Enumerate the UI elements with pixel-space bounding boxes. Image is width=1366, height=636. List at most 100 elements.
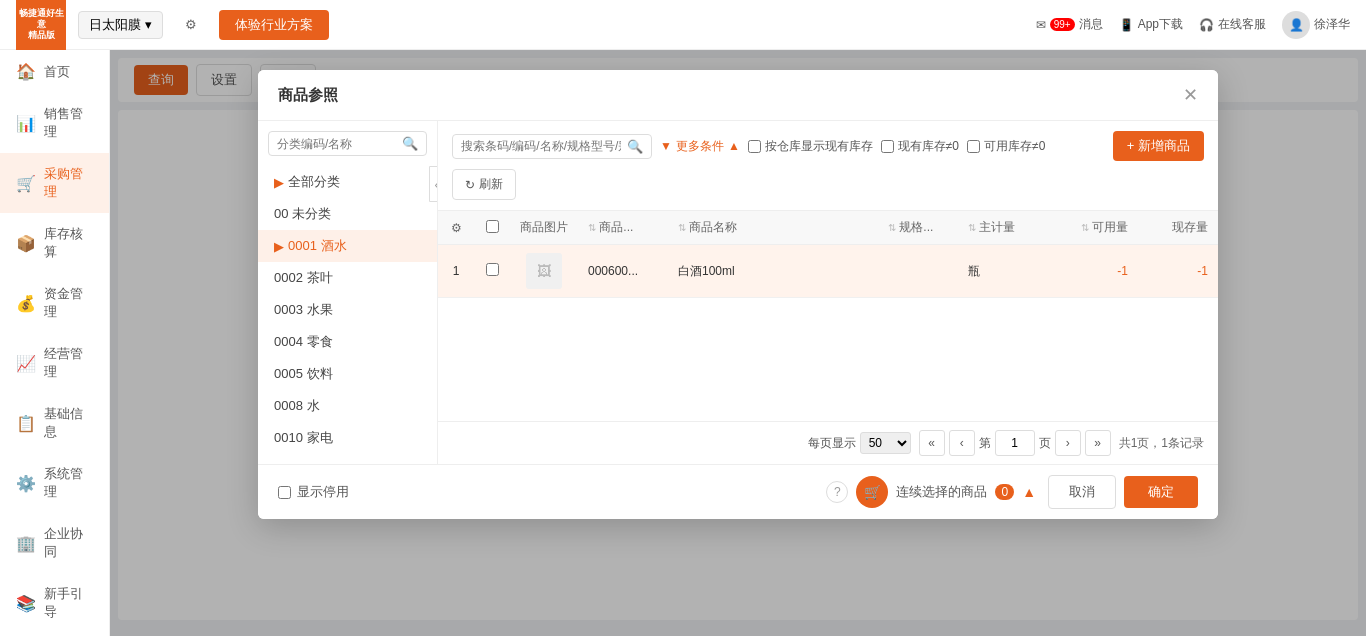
col-header-unit[interactable]: ⇅ 主计量	[958, 211, 1038, 245]
cat-item-0008[interactable]: 0008 水	[258, 390, 437, 422]
enterprise-icon: 🏢	[16, 534, 36, 553]
col-img-label: 商品图片	[520, 220, 568, 234]
sales-icon: 📊	[16, 114, 36, 133]
total-records: 共1页，1条记录	[1119, 435, 1204, 452]
nonzero-avail-checkbox[interactable]: 可用库存≠0	[967, 138, 1045, 155]
message-icon: ✉	[1036, 18, 1046, 32]
page-label: 第	[979, 435, 991, 452]
sidebar-item-enterprise[interactable]: 🏢 企业协同	[0, 513, 109, 573]
settings-icon[interactable]: ⚙	[175, 9, 207, 41]
col-header-settings[interactable]: ⚙	[438, 211, 474, 245]
sidebar-label-operations: 经营管理	[44, 345, 93, 381]
cat-item-all[interactable]: ▶ 全部分类	[258, 166, 437, 198]
sidebar-item-system[interactable]: ⚙️ 系统管理	[0, 453, 109, 513]
refresh-button[interactable]: ↻ 刷新	[452, 169, 516, 200]
confirm-button[interactable]: 确定	[1124, 476, 1198, 508]
add-product-button[interactable]: + 新增商品	[1113, 131, 1204, 161]
cat-item-0001[interactable]: ▶ 0001 酒水	[258, 230, 437, 262]
show-disabled-check-input[interactable]	[278, 486, 291, 499]
category-search-box[interactable]: 🔍	[268, 131, 427, 156]
table-row[interactable]: 1 🖼	[438, 245, 1218, 298]
product-image-placeholder: 🖼	[526, 253, 562, 289]
cat-item-0004[interactable]: 0004 零食	[258, 326, 437, 358]
cat-item-0010[interactable]: 0010 家电	[258, 422, 437, 454]
sidebar-item-home[interactable]: 🏠 首页	[0, 50, 109, 93]
image-icon: 🖼	[537, 263, 551, 279]
cart-icon[interactable]: 🛒	[856, 476, 888, 508]
sidebar-label-inventory: 库存核算	[44, 225, 93, 261]
last-page-button[interactable]: »	[1085, 430, 1111, 456]
cat-item-0002[interactable]: 0002 茶叶	[258, 262, 437, 294]
cart-count-badge: 0	[995, 484, 1014, 500]
show-disabled-checkbox[interactable]: 显示停用	[278, 483, 349, 501]
col-avail-label: 可用量	[1092, 220, 1128, 234]
col-header-spec[interactable]: ⇅ 规格...	[878, 211, 958, 245]
product-search-box[interactable]: 🔍	[452, 134, 652, 159]
avatar: 👤	[1282, 11, 1310, 39]
col-header-avail[interactable]: ⇅ 可用量	[1038, 211, 1138, 245]
operations-icon: 📈	[16, 354, 36, 373]
sort-icon-avail: ⇅	[1081, 222, 1089, 233]
sidebar-label-sales: 销售管理	[44, 105, 93, 141]
sidebar-item-guide[interactable]: 📚 新手引导	[0, 573, 109, 633]
messages-nav-item[interactable]: ✉ 99+ 消息	[1036, 16, 1103, 33]
mobile-icon: 📱	[1119, 18, 1134, 32]
category-search-input[interactable]	[277, 137, 398, 151]
row-select-checkbox[interactable]	[486, 263, 499, 276]
per-page-dropdown[interactable]: 50 100 200	[860, 432, 911, 454]
col-header-name[interactable]: ⇅ 商品名称	[668, 211, 878, 245]
col-header-code[interactable]: ⇅ 商品...	[578, 211, 668, 245]
sidebar-label-basic: 基础信息	[44, 405, 93, 441]
cat-item-00[interactable]: 00 未分类	[258, 198, 437, 230]
top-nav: 畅捷通好生意 精品版 日太阳膜 ▾ ⚙ 体验行业方案 ✉ 99+ 消息 📱 Ap…	[0, 0, 1366, 50]
app-download-nav-item[interactable]: 📱 App下载	[1119, 16, 1183, 33]
sidebar-item-operations[interactable]: 📈 经营管理	[0, 333, 109, 393]
branch-selector[interactable]: 日太阳膜 ▾	[78, 11, 163, 39]
col-name-label: 商品名称	[689, 220, 737, 234]
next-page-button[interactable]: ›	[1055, 430, 1081, 456]
nav-right: ✉ 99+ 消息 📱 App下载 🎧 在线客服 👤 徐泽华	[1036, 11, 1350, 39]
chevron-up-icon: ▲	[728, 139, 740, 153]
filter-button[interactable]: ▼ 更多条件 ▲	[660, 138, 740, 155]
sidebar-item-purchase[interactable]: 🛒 采购管理	[0, 153, 109, 213]
cat-item-0003[interactable]: 0003 水果	[258, 294, 437, 326]
trial-button[interactable]: 体验行业方案	[219, 10, 329, 40]
per-page-label: 每页显示	[808, 435, 856, 452]
row-code: 000600...	[578, 245, 668, 298]
finance-icon: 💰	[16, 294, 36, 313]
col-header-checkbox[interactable]	[474, 211, 510, 245]
help-icon[interactable]: ?	[826, 481, 848, 503]
user-nav-item[interactable]: 👤 徐泽华	[1282, 11, 1350, 39]
show-stock-checkbox[interactable]: 按仓库显示现有库存	[748, 138, 873, 155]
collapse-up-button[interactable]: ▲	[1022, 484, 1036, 500]
sidebar-item-finance[interactable]: 💰 资金管理	[0, 273, 109, 333]
messages-label: 消息	[1079, 16, 1103, 33]
sidebar-item-basic[interactable]: 📋 基础信息	[0, 393, 109, 453]
first-page-button[interactable]: «	[919, 430, 945, 456]
nonzero-stock-checkbox[interactable]: 现有库存≠0	[881, 138, 959, 155]
cancel-button[interactable]: 取消	[1048, 475, 1116, 509]
collapse-panel-button[interactable]: «	[429, 166, 438, 202]
show-stock-check-input[interactable]	[748, 140, 761, 153]
cat-item-0005[interactable]: 0005 饮料	[258, 358, 437, 390]
row-checkbox[interactable]	[474, 245, 510, 298]
nonzero-stock-check-input[interactable]	[881, 140, 894, 153]
sidebar-item-sales[interactable]: 📊 销售管理	[0, 93, 109, 153]
row-stock: -1	[1138, 245, 1218, 298]
product-search-input[interactable]	[461, 139, 621, 153]
per-page-select[interactable]: 每页显示 50 100 200	[808, 432, 911, 454]
sidebar-item-inventory[interactable]: 📦 库存核算	[0, 213, 109, 273]
select-all-checkbox[interactable]	[486, 220, 499, 233]
row-avail: -1	[1038, 245, 1138, 298]
modal-close-button[interactable]: ✕	[1183, 84, 1198, 106]
sort-icon-unit: ⇅	[968, 222, 976, 233]
cart-section: ? 🛒 连续选择的商品 0 ▲	[826, 476, 1036, 508]
prev-page-button[interactable]: ‹	[949, 430, 975, 456]
logo-line1: 畅捷通好生意	[16, 8, 66, 30]
col-unit-label: 主计量	[979, 220, 1015, 234]
purchase-icon: 🛒	[16, 174, 36, 193]
online-service-nav-item[interactable]: 🎧 在线客服	[1199, 16, 1266, 33]
nonzero-avail-check-input[interactable]	[967, 140, 980, 153]
cat-label-0002: 0002 茶叶	[274, 269, 333, 287]
page-number-input[interactable]	[995, 430, 1035, 456]
